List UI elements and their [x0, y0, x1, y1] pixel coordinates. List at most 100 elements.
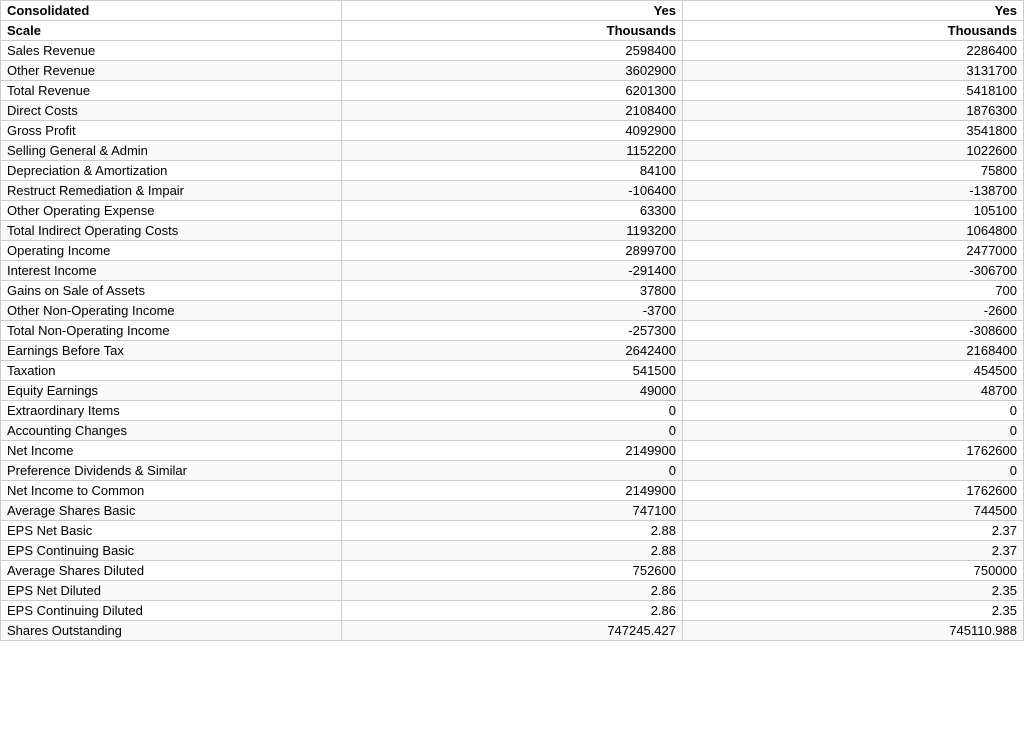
row-label: EPS Continuing Diluted — [1, 601, 342, 621]
row-val1: 541500 — [342, 361, 683, 381]
row-val2: 2477000 — [683, 241, 1024, 261]
table-row: Earnings Before Tax26424002168400 — [1, 341, 1024, 361]
row-label: Operating Income — [1, 241, 342, 261]
row-label: Depreciation & Amortization — [1, 161, 342, 181]
table-row: EPS Continuing Basic2.882.37 — [1, 541, 1024, 561]
financial-table: Consolidated Yes Yes Scale Thousands Tho… — [0, 0, 1024, 641]
row-val2: 2286400 — [683, 41, 1024, 61]
row-label: Direct Costs — [1, 101, 342, 121]
row-label: Gross Profit — [1, 121, 342, 141]
subheader-thousands1: Thousands — [342, 21, 683, 41]
row-val2: 1022600 — [683, 141, 1024, 161]
financial-table-container: Consolidated Yes Yes Scale Thousands Tho… — [0, 0, 1024, 641]
row-val1: 37800 — [342, 281, 683, 301]
row-val1: 2.86 — [342, 581, 683, 601]
table-row: Taxation541500454500 — [1, 361, 1024, 381]
row-label: EPS Continuing Basic — [1, 541, 342, 561]
table-row: Average Shares Diluted752600750000 — [1, 561, 1024, 581]
row-val2: 454500 — [683, 361, 1024, 381]
table-row: Average Shares Basic747100744500 — [1, 501, 1024, 521]
row-val1: 747100 — [342, 501, 683, 521]
row-val1: 2149900 — [342, 481, 683, 501]
row-val1: 0 — [342, 401, 683, 421]
row-val1: 1193200 — [342, 221, 683, 241]
row-val2: 745110.988 — [683, 621, 1024, 641]
table-row: Gains on Sale of Assets37800700 — [1, 281, 1024, 301]
row-val1: 2.88 — [342, 541, 683, 561]
row-val2: -2600 — [683, 301, 1024, 321]
row-val2: 700 — [683, 281, 1024, 301]
row-label: Sales Revenue — [1, 41, 342, 61]
table-row: Preference Dividends & Similar00 — [1, 461, 1024, 481]
row-val1: 2642400 — [342, 341, 683, 361]
row-val1: 2149900 — [342, 441, 683, 461]
table-row: Depreciation & Amortization8410075800 — [1, 161, 1024, 181]
row-val1: 3602900 — [342, 61, 683, 81]
row-label: Shares Outstanding — [1, 621, 342, 641]
row-val2: 1762600 — [683, 441, 1024, 461]
row-label: Interest Income — [1, 261, 342, 281]
row-val1: 2108400 — [342, 101, 683, 121]
table-row: Extraordinary Items00 — [1, 401, 1024, 421]
row-val1: 84100 — [342, 161, 683, 181]
row-val1: -106400 — [342, 181, 683, 201]
header-yes2: Yes — [683, 1, 1024, 21]
table-row: Shares Outstanding747245.427745110.988 — [1, 621, 1024, 641]
table-row: Accounting Changes00 — [1, 421, 1024, 441]
table-row: Selling General & Admin11522001022600 — [1, 141, 1024, 161]
table-row: Gross Profit40929003541800 — [1, 121, 1024, 141]
table-row: Other Operating Expense63300105100 — [1, 201, 1024, 221]
row-val2: -308600 — [683, 321, 1024, 341]
header-yes1: Yes — [342, 1, 683, 21]
table-row: Other Revenue36029003131700 — [1, 61, 1024, 81]
row-label: EPS Net Diluted — [1, 581, 342, 601]
row-val2: 1762600 — [683, 481, 1024, 501]
row-val2: 5418100 — [683, 81, 1024, 101]
subheader-thousands2: Thousands — [683, 21, 1024, 41]
row-label: Gains on Sale of Assets — [1, 281, 342, 301]
row-val2: 0 — [683, 401, 1024, 421]
row-val1: 2899700 — [342, 241, 683, 261]
table-row: Interest Income-291400-306700 — [1, 261, 1024, 281]
table-row: EPS Net Diluted2.862.35 — [1, 581, 1024, 601]
row-label: Average Shares Basic — [1, 501, 342, 521]
table-row: EPS Continuing Diluted2.862.35 — [1, 601, 1024, 621]
table-row: Equity Earnings4900048700 — [1, 381, 1024, 401]
row-val1: 0 — [342, 421, 683, 441]
table-row: Other Non-Operating Income-3700-2600 — [1, 301, 1024, 321]
row-val2: -306700 — [683, 261, 1024, 281]
row-val2: 0 — [683, 421, 1024, 441]
row-label: Earnings Before Tax — [1, 341, 342, 361]
row-val2: 2.35 — [683, 601, 1024, 621]
table-row: Direct Costs21084001876300 — [1, 101, 1024, 121]
row-label: Selling General & Admin — [1, 141, 342, 161]
row-val2: 1064800 — [683, 221, 1024, 241]
row-val2: 3131700 — [683, 61, 1024, 81]
row-val1: 2.88 — [342, 521, 683, 541]
row-val1: 4092900 — [342, 121, 683, 141]
table-row: Total Indirect Operating Costs1193200106… — [1, 221, 1024, 241]
row-val2: 48700 — [683, 381, 1024, 401]
table-row: Operating Income28997002477000 — [1, 241, 1024, 261]
row-label: Other Revenue — [1, 61, 342, 81]
row-val2: 0 — [683, 461, 1024, 481]
row-val1: 49000 — [342, 381, 683, 401]
row-val1: 2.86 — [342, 601, 683, 621]
row-label: Total Indirect Operating Costs — [1, 221, 342, 241]
row-val2: 2.37 — [683, 541, 1024, 561]
row-val1: 752600 — [342, 561, 683, 581]
row-val2: 2.37 — [683, 521, 1024, 541]
row-val2: 105100 — [683, 201, 1024, 221]
row-val2: -138700 — [683, 181, 1024, 201]
row-label: Accounting Changes — [1, 421, 342, 441]
row-label: Average Shares Diluted — [1, 561, 342, 581]
header-consolidated: Consolidated — [1, 1, 342, 21]
row-label: Restruct Remediation & Impair — [1, 181, 342, 201]
row-val2: 2168400 — [683, 341, 1024, 361]
row-label: Total Non-Operating Income — [1, 321, 342, 341]
row-val2: 2.35 — [683, 581, 1024, 601]
row-label: Total Revenue — [1, 81, 342, 101]
row-val2: 750000 — [683, 561, 1024, 581]
row-label: Net Income to Common — [1, 481, 342, 501]
row-label: Taxation — [1, 361, 342, 381]
